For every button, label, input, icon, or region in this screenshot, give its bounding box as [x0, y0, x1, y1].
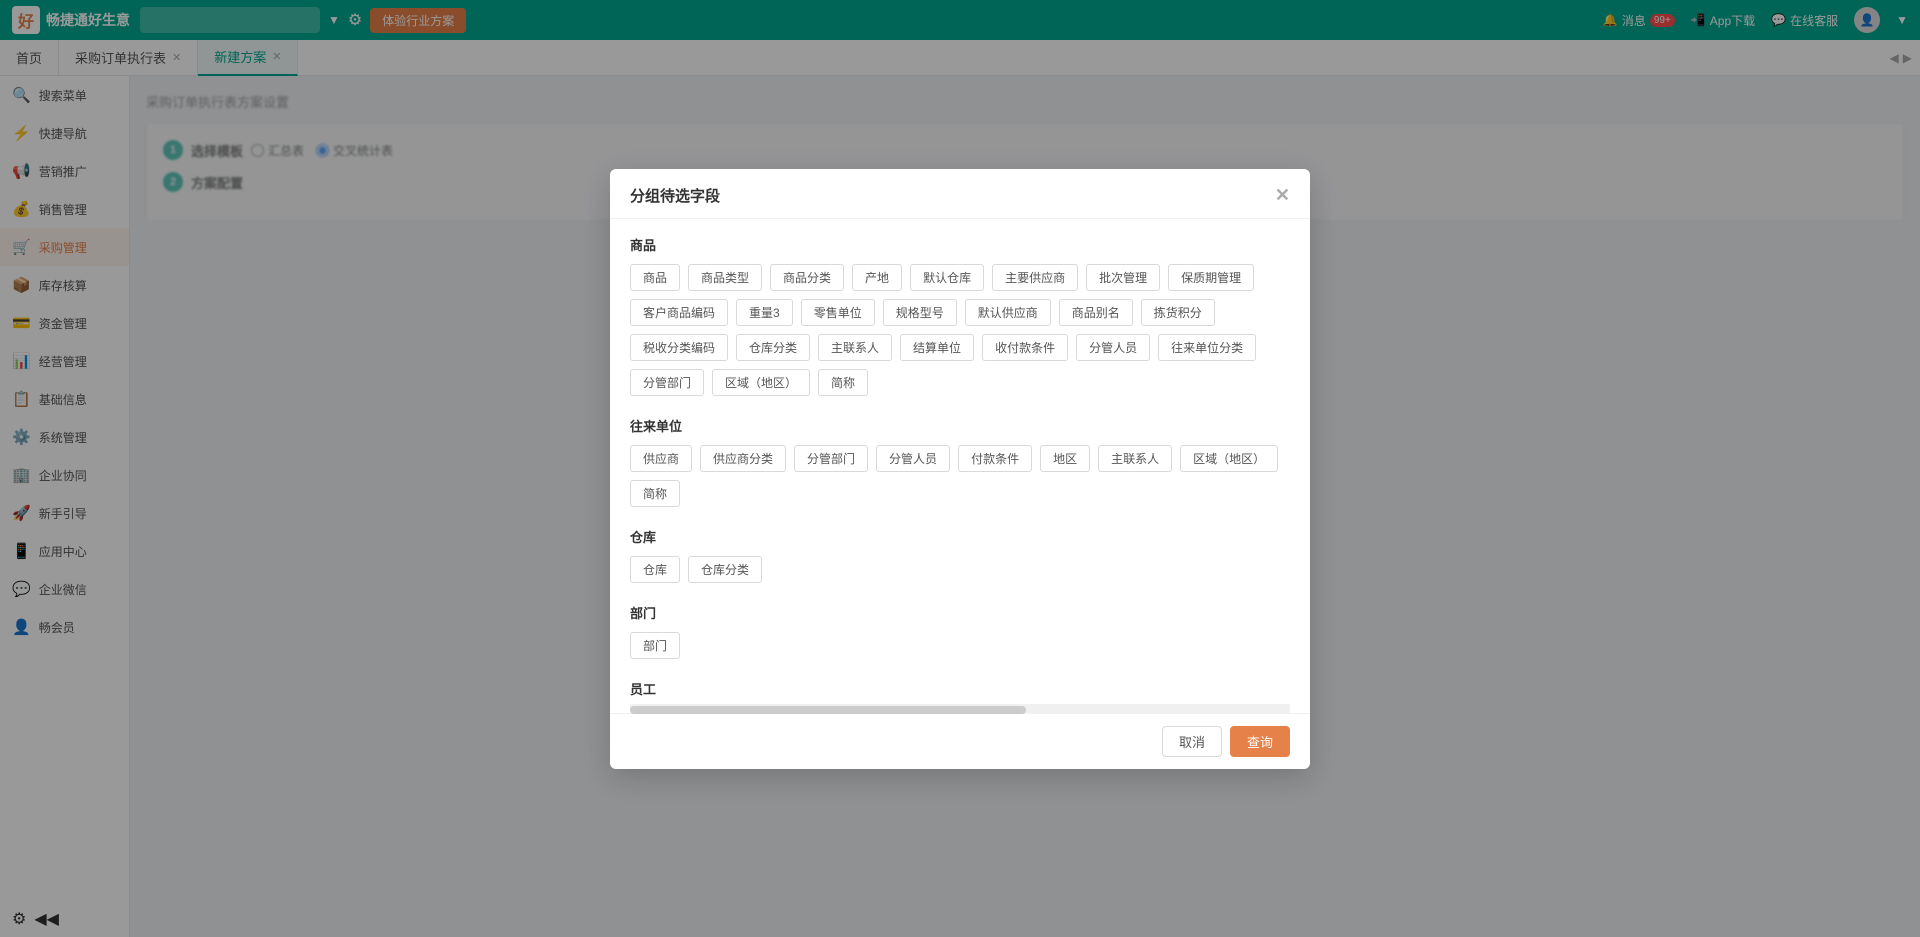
field-tag-settlement-unit[interactable]: 结算单位	[900, 334, 974, 361]
field-tag-batch-mgmt[interactable]: 批次管理	[1086, 264, 1160, 291]
cancel-button[interactable]: 取消	[1162, 726, 1222, 757]
confirm-button[interactable]: 查询	[1230, 726, 1290, 757]
modal-hscrollbar-thumb[interactable]	[630, 706, 1026, 714]
field-tag-payment-terms2[interactable]: 付款条件	[958, 445, 1032, 472]
modal-header: 分组待选字段 ✕	[610, 169, 1310, 219]
field-tag-warehouse-category[interactable]: 仓库分类	[736, 334, 810, 361]
field-tag-goods[interactable]: 商品	[630, 264, 680, 291]
field-tag-default-supplier[interactable]: 默认供应商	[965, 299, 1051, 326]
field-tag-goods-category[interactable]: 商品分类	[770, 264, 844, 291]
field-tag-region[interactable]: 区域（地区）	[712, 369, 810, 396]
field-tag-tax-code[interactable]: 税收分类编码	[630, 334, 728, 361]
field-tag-supervisor2[interactable]: 分管人员	[876, 445, 950, 472]
field-group-counterparts: 往来单位 供应商 供应商分类 分管部门 分管人员 付款条件 地区 主联系人 区域…	[630, 416, 1290, 507]
field-group-counterparts-title: 往来单位	[630, 416, 1290, 435]
main-layout: 🔍 搜索菜单 ⚡ 快捷导航 📢 营销推广 💰 销售管理 🛒 采购管理 📦 库存核…	[0, 76, 1920, 937]
field-group-department-title: 部门	[630, 603, 1290, 622]
field-tag-goods-type[interactable]: 商品类型	[688, 264, 762, 291]
modal-body[interactable]: 商品 商品 商品类型 商品分类 产地 默认仓库 主要供应商 批次管理 保质期管理…	[610, 219, 1310, 705]
modal-title: 分组待选字段	[630, 185, 720, 206]
field-tag-main-contact[interactable]: 主联系人	[818, 334, 892, 361]
field-tag-supplier[interactable]: 供应商	[630, 445, 692, 472]
field-list-goods: 商品 商品类型 商品分类 产地 默认仓库 主要供应商 批次管理 保质期管理 客户…	[630, 264, 1290, 396]
field-tag-customer-code[interactable]: 客户商品编码	[630, 299, 728, 326]
field-tag-origin[interactable]: 产地	[852, 264, 902, 291]
field-tag-warehouse[interactable]: 仓库	[630, 556, 680, 583]
field-selection-modal: 分组待选字段 ✕ 商品 商品 商品类型 商品分类 产地 默认仓库 主要供应商	[610, 169, 1310, 769]
modal-close-button[interactable]: ✕	[1275, 186, 1290, 204]
field-tag-short-name2[interactable]: 简称	[630, 480, 680, 507]
field-tag-region2[interactable]: 区域（地区）	[1180, 445, 1278, 472]
modal-footer: 取消 查询	[610, 713, 1310, 769]
content-area: 采购订单执行表方案设置 1 选择模板 汇总表 交叉统计表 2	[130, 76, 1920, 937]
field-tag-weight3[interactable]: 重量3	[736, 299, 793, 326]
field-list-counterparts: 供应商 供应商分类 分管部门 分管人员 付款条件 地区 主联系人 区域（地区） …	[630, 445, 1290, 507]
field-group-warehouse-title: 仓库	[630, 527, 1290, 546]
field-tag-payment-terms[interactable]: 收付款条件	[982, 334, 1068, 361]
field-tag-warehouse-cat[interactable]: 仓库分类	[688, 556, 762, 583]
field-tag-dept-mgmt2[interactable]: 分管部门	[794, 445, 868, 472]
field-tag-department[interactable]: 部门	[630, 632, 680, 659]
field-tag-goods-alias[interactable]: 商品别名	[1059, 299, 1133, 326]
field-tag-main-supplier[interactable]: 主要供应商	[992, 264, 1078, 291]
field-group-goods-title: 商品	[630, 235, 1290, 254]
field-group-employee-title: 员工	[630, 679, 1290, 698]
field-group-department: 部门 部门	[630, 603, 1290, 659]
field-tag-short-name[interactable]: 简称	[818, 369, 868, 396]
field-list-department: 部门	[630, 632, 1290, 659]
field-tag-retail-unit[interactable]: 零售单位	[801, 299, 875, 326]
field-tag-supervisor[interactable]: 分管人员	[1076, 334, 1150, 361]
modal-overlay: 分组待选字段 ✕ 商品 商品 商品类型 商品分类 产地 默认仓库 主要供应商	[130, 76, 1920, 937]
field-tag-pick-score[interactable]: 拣货积分	[1141, 299, 1215, 326]
field-tag-main-contact2[interactable]: 主联系人	[1098, 445, 1172, 472]
field-tag-expiry-mgmt[interactable]: 保质期管理	[1168, 264, 1254, 291]
field-tag-counterpart-category[interactable]: 往来单位分类	[1158, 334, 1256, 361]
field-group-goods: 商品 商品 商品类型 商品分类 产地 默认仓库 主要供应商 批次管理 保质期管理…	[630, 235, 1290, 396]
field-tag-default-warehouse[interactable]: 默认仓库	[910, 264, 984, 291]
field-group-warehouse: 仓库 仓库 仓库分类	[630, 527, 1290, 583]
field-list-warehouse: 仓库 仓库分类	[630, 556, 1290, 583]
modal-hscrollbar[interactable]	[630, 704, 1290, 712]
field-tag-dept-mgmt[interactable]: 分管部门	[630, 369, 704, 396]
field-tag-area[interactable]: 地区	[1040, 445, 1090, 472]
field-tag-supplier-category[interactable]: 供应商分类	[700, 445, 786, 472]
field-tag-spec-model[interactable]: 规格型号	[883, 299, 957, 326]
field-group-employee: 员工 业务员	[630, 679, 1290, 705]
